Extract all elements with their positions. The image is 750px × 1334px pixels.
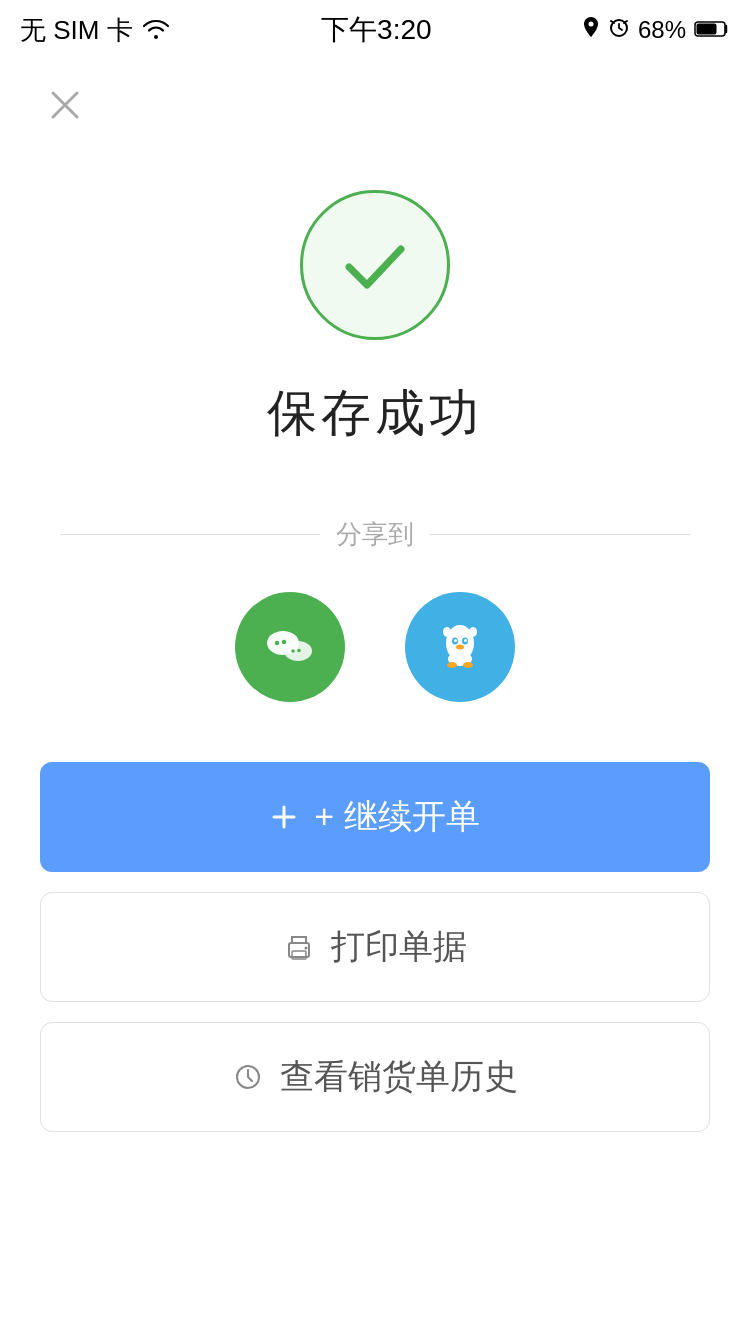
svg-point-21 <box>443 627 451 637</box>
svg-point-9 <box>282 640 286 644</box>
print-button[interactable]: 打印单据 <box>40 892 710 1002</box>
status-right: 68% <box>582 16 730 44</box>
divider-line-right <box>430 534 690 535</box>
share-icons <box>235 592 515 702</box>
plus-icon <box>270 803 298 831</box>
svg-point-11 <box>297 649 301 653</box>
battery-text: 68% <box>638 16 686 44</box>
close-button[interactable] <box>40 80 90 130</box>
history-button[interactable]: 查看销货单历史 <box>40 1022 710 1132</box>
svg-point-16 <box>464 639 467 642</box>
continue-button[interactable]: + 继续开单 <box>40 762 710 872</box>
status-left: 无 SIM 卡 <box>20 13 171 48</box>
svg-point-15 <box>454 639 457 642</box>
success-title: 保存成功 <box>267 380 483 447</box>
continue-label: + 继续开单 <box>314 794 479 840</box>
no-sim-text: 无 SIM 卡 <box>20 13 133 48</box>
wechat-share-button[interactable] <box>235 592 345 702</box>
share-label: 分享到 <box>336 517 414 552</box>
svg-point-20 <box>463 662 473 668</box>
svg-point-17 <box>456 645 464 650</box>
battery-icon <box>694 16 730 44</box>
svg-point-22 <box>469 627 477 637</box>
wifi-icon <box>141 15 171 46</box>
status-time: 下午3:20 <box>321 11 432 49</box>
check-circle <box>300 190 450 340</box>
close-button-wrap <box>0 60 750 130</box>
success-area: 保存成功 <box>0 130 750 487</box>
location-icon <box>582 16 600 44</box>
svg-point-19 <box>447 662 457 668</box>
svg-point-10 <box>291 649 295 653</box>
qq-share-button[interactable] <box>405 592 515 702</box>
svg-point-27 <box>305 947 308 950</box>
svg-point-0 <box>588 22 593 27</box>
share-section: 分享到 <box>0 487 750 722</box>
status-bar: 无 SIM 卡 下午3:20 68% <box>0 0 750 60</box>
history-label: 查看销货单历史 <box>280 1054 518 1100</box>
print-label: 打印单据 <box>331 924 467 970</box>
svg-rect-3 <box>697 24 717 35</box>
history-icon <box>232 1061 264 1093</box>
alarm-icon <box>608 16 630 44</box>
action-buttons: + 继续开单 打印单据 查看销货单历史 <box>0 722 750 1132</box>
print-icon <box>283 931 315 963</box>
svg-point-8 <box>275 641 279 645</box>
share-divider: 分享到 <box>0 517 750 552</box>
divider-line-left <box>60 534 320 535</box>
